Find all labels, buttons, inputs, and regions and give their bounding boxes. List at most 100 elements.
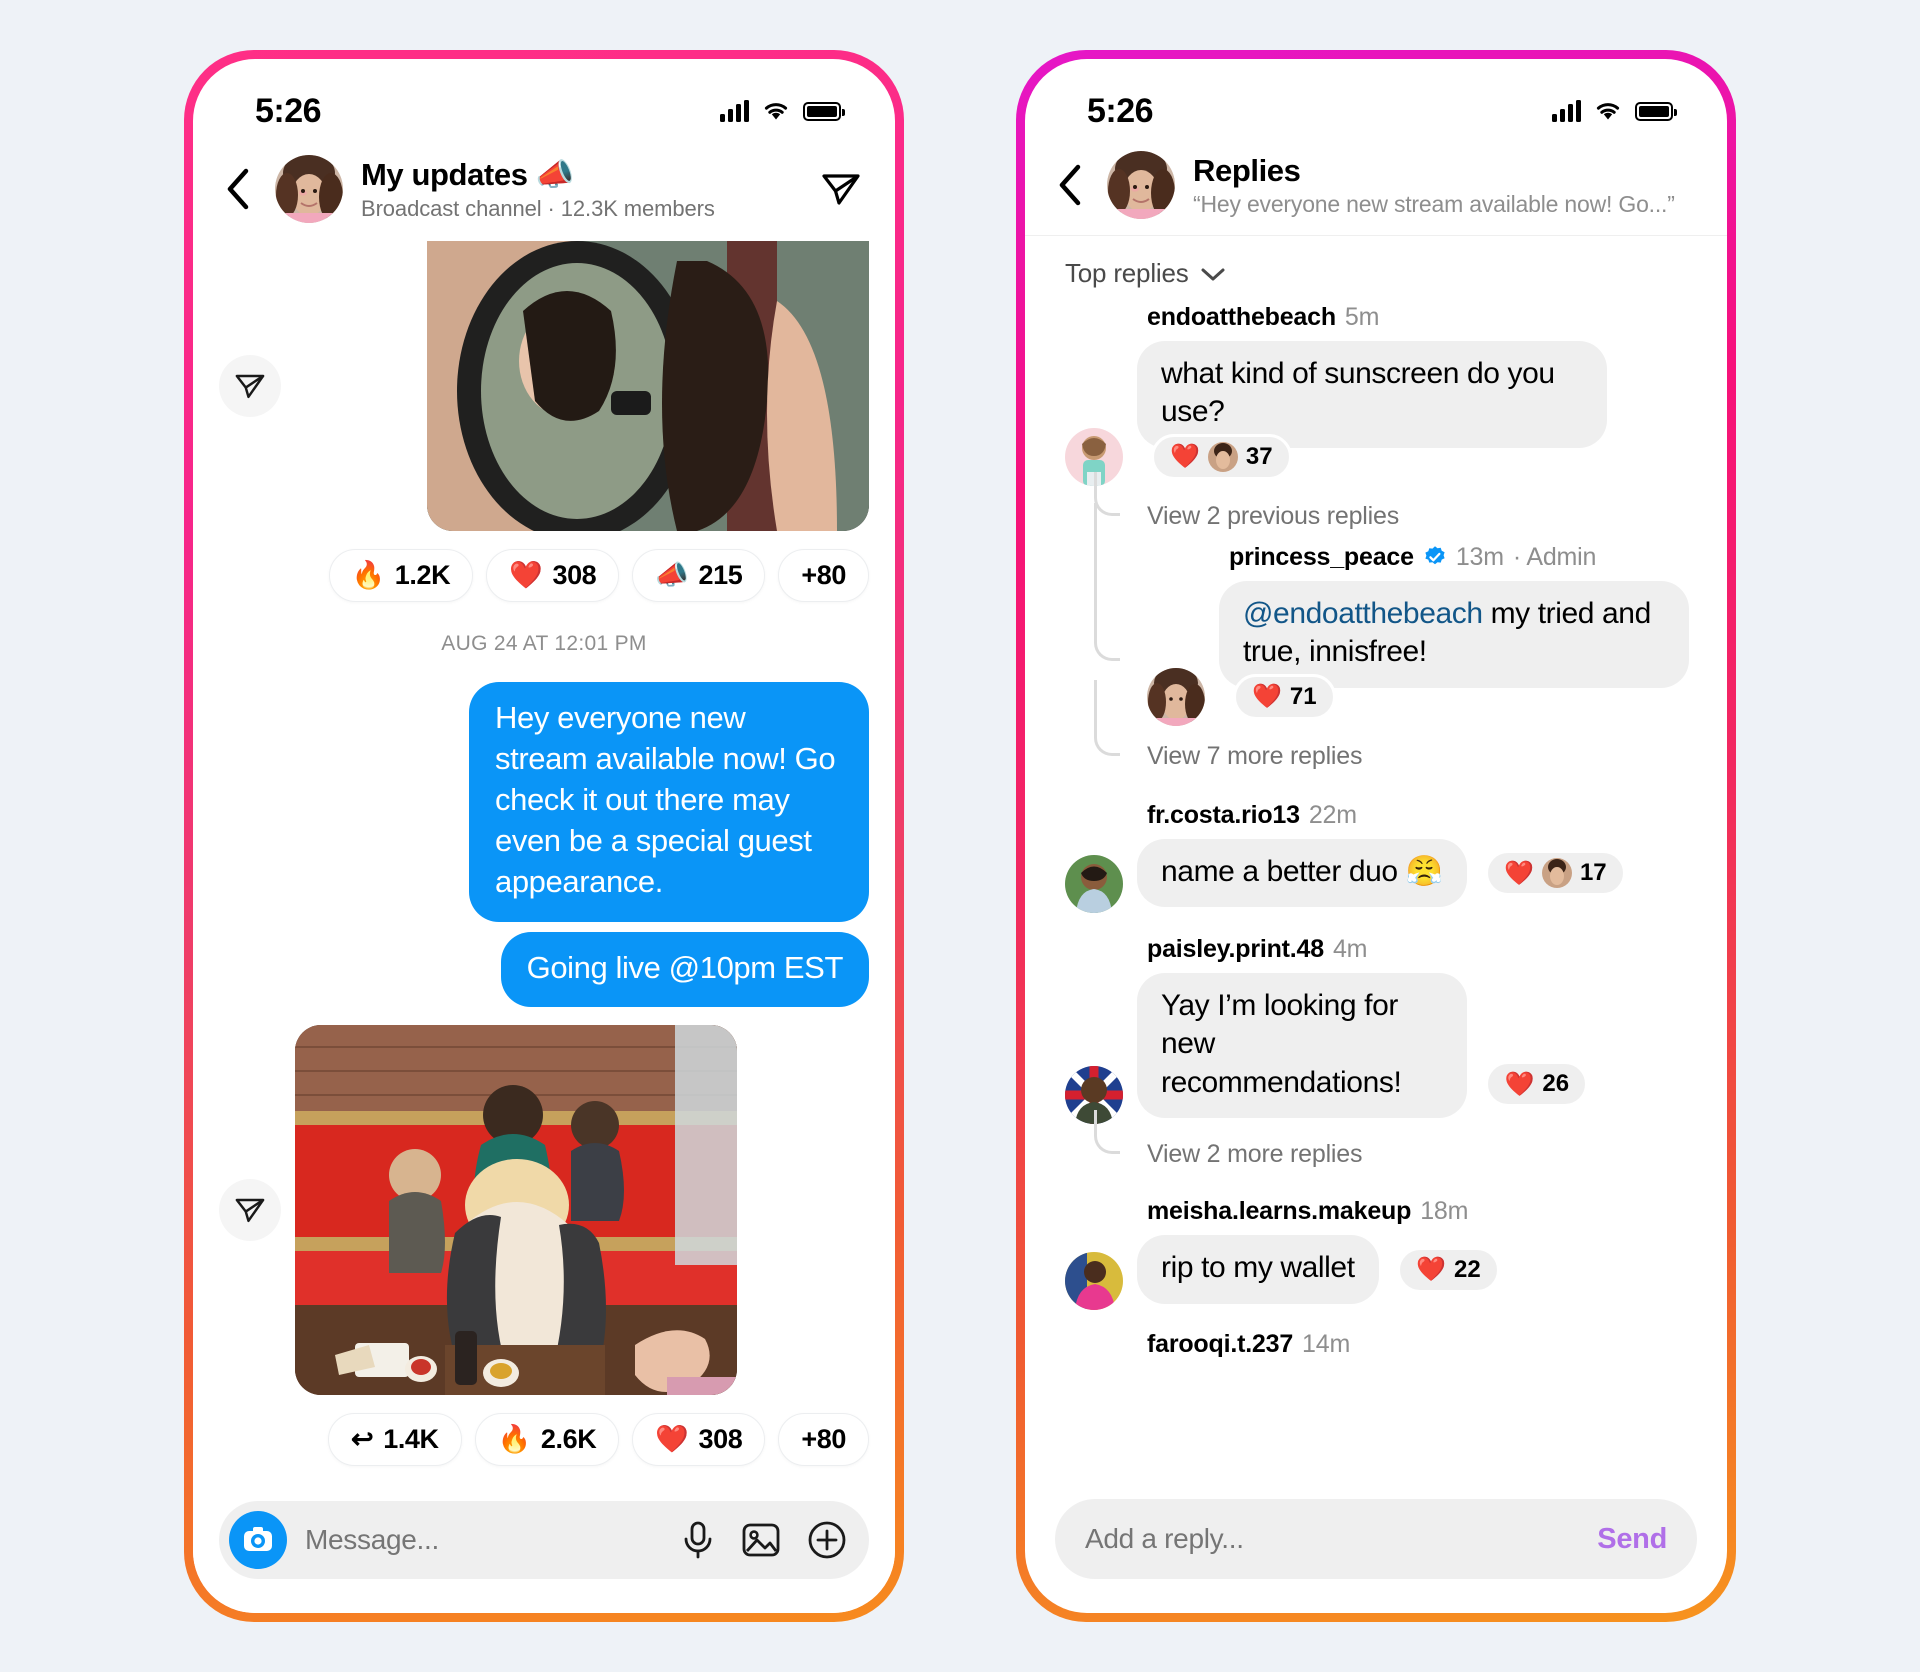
reply-username[interactable]: meisha.learns.makeup (1147, 1197, 1411, 1226)
left-phone-frame: 5:26 My updates 📣 Broadcast channel · 12… (184, 50, 904, 1622)
avatar[interactable] (1147, 667, 1205, 726)
heart-icon: ❤️ (1416, 1256, 1446, 1284)
reply-text[interactable]: rip to my wallet (1137, 1235, 1379, 1304)
status-time: 5:26 (255, 91, 322, 130)
reply-username[interactable]: endoatthebeach (1147, 303, 1336, 332)
more-reactions-pill[interactable]: +80 (778, 1413, 869, 1467)
liker-avatar (1541, 858, 1572, 889)
reply-timestamp: 14m (1302, 1329, 1351, 1358)
media-message-1 (193, 241, 895, 531)
reaction-count: 2.6K (540, 1424, 597, 1455)
photo-attachment[interactable] (295, 1025, 737, 1396)
reply-row: Yay I’m looking for new recommendations!… (1065, 972, 1695, 1125)
like-chip[interactable]: ❤️ 17 (1485, 850, 1626, 897)
reply-username[interactable]: farooqi.t.237 (1147, 1330, 1293, 1359)
reaction-count: 1.4K (383, 1424, 439, 1455)
replies-subtitle: “Hey everyone new stream available now! … (1193, 190, 1675, 217)
back-chevron-icon[interactable] (219, 168, 257, 210)
battery-full-icon (803, 101, 845, 121)
reaction-count: +80 (801, 1424, 846, 1455)
status-indicators (1552, 100, 1677, 122)
photo-friends-diner (295, 1025, 737, 1396)
sort-selector[interactable]: Top replies (1025, 236, 1727, 303)
reply-username[interactable]: princess_peace (1229, 543, 1414, 572)
reply-composer-bar[interactable]: Add a reply... Send (1055, 1499, 1697, 1579)
status-indicators (720, 100, 845, 122)
send-button[interactable]: Send (1597, 1523, 1667, 1556)
avatar[interactable] (1065, 1251, 1123, 1310)
status-bar-right: 5:26 (1025, 59, 1727, 145)
camera-icon[interactable] (229, 1511, 287, 1569)
message-input[interactable]: Message... (305, 1524, 663, 1556)
reply-header: paisley.print.48 4m (1147, 935, 1695, 964)
reply-timestamp: 4m (1332, 934, 1368, 963)
mention-link[interactable]: @endoatthebeach (1243, 597, 1483, 630)
like-chip[interactable]: ❤️ 22 (1397, 1246, 1500, 1293)
view-more-replies-link[interactable]: View 7 more replies (1147, 726, 1695, 783)
status-time: 5:26 (1087, 91, 1154, 130)
message-bubble[interactable]: Going live @10pm EST (500, 931, 869, 1008)
forward-paper-plane-icon[interactable] (219, 355, 281, 417)
channel-titles: My updates 📣 Broadcast channel · 12.3K m… (361, 156, 799, 222)
forward-paper-plane-icon[interactable] (219, 1179, 281, 1242)
fire-icon: 🔥 (351, 560, 386, 590)
status-bar-left: 5:26 (193, 59, 895, 145)
reply-input[interactable]: Add a reply... (1085, 1523, 1583, 1555)
day-separator: AUG 24 AT 12:01 PM (441, 632, 647, 655)
reaction-pill[interactable]: ❤️ 308 (486, 549, 620, 602)
plus-circle-icon[interactable] (807, 1520, 847, 1560)
message-bubble[interactable]: Hey everyone new stream available now! G… (469, 682, 869, 922)
like-chip[interactable]: ❤️ 26 (1485, 1061, 1589, 1108)
chevron-down-icon (1201, 268, 1225, 280)
avatar[interactable] (1107, 151, 1175, 219)
reply-row: name a better duo 😤 ❤️ 17 (1065, 838, 1695, 913)
reaction-pill[interactable]: 🔥 2.6K (474, 1413, 620, 1467)
thread-connector (1094, 471, 1120, 516)
screenshot-stage: 5:26 My updates 📣 Broadcast channel · 12… (0, 0, 1920, 1672)
thread-connector (1094, 502, 1097, 623)
reply-count-pill[interactable]: ↩ 1.4K (327, 1413, 462, 1467)
reaction-count: 1.2K (394, 560, 451, 590)
avatar[interactable] (1065, 854, 1123, 913)
admin-badge: · Admin (1512, 542, 1597, 571)
heart-icon: ❤️ (1504, 1070, 1535, 1098)
microphone-icon[interactable] (681, 1520, 715, 1560)
like-chip[interactable]: ❤️ 37 (1151, 433, 1292, 480)
composer-bar[interactable]: Message... (219, 1501, 869, 1579)
message-list[interactable]: 🔥 1.2K ❤️ 308 📣 215 +80 AUG 24 AT 12:01 … (193, 241, 895, 1485)
like-count: 22 (1454, 1255, 1481, 1283)
reply-header: endoatthebeach 5m (1147, 303, 1695, 332)
verified-badge-icon (1425, 546, 1445, 565)
view-previous-replies-link[interactable]: View 2 previous replies (1147, 486, 1695, 543)
reply-body: @endoatthebeach my tried and true, innis… (1219, 580, 1695, 726)
share-paper-plane-icon[interactable] (817, 165, 865, 213)
view-more-replies-link[interactable]: View 2 more replies (1147, 1124, 1695, 1181)
more-reactions-pill[interactable]: +80 (778, 549, 869, 602)
reply-timestamp: 22m (1308, 800, 1357, 829)
heart-icon: ❤️ (509, 560, 543, 590)
page-title: Replies (1193, 152, 1301, 188)
reaction-pill[interactable]: 📣 215 (632, 549, 766, 602)
replies-list[interactable]: endoatthebeach 5m what kind of sunscreen… (1025, 303, 1727, 1485)
reply-username[interactable]: paisley.print.48 (1147, 935, 1324, 964)
photo-attachment[interactable] (427, 241, 869, 531)
reply-body: rip to my wallet ❤️ 22 (1137, 1235, 1500, 1309)
back-chevron-icon[interactable] (1051, 164, 1089, 206)
reply-text[interactable]: what kind of sunscreen do you use? (1137, 341, 1607, 448)
reply-text[interactable]: @endoatthebeach my tried and true, innis… (1219, 580, 1689, 688)
cellular-bars-icon (720, 100, 749, 122)
broadcast-channel-screen: 5:26 My updates 📣 Broadcast channel · 12… (193, 59, 895, 1613)
reply-arrow-icon: ↩ (350, 1424, 374, 1455)
avatar[interactable] (275, 155, 343, 223)
photo-gallery-icon[interactable] (741, 1521, 781, 1559)
thread-connector (1094, 1110, 1120, 1155)
reaction-pill[interactable]: 🔥 1.2K (328, 549, 474, 602)
reaction-pill[interactable]: ❤️ 308 (632, 1413, 766, 1467)
reply-username[interactable]: fr.costa.rio13 (1147, 801, 1300, 830)
reply-text[interactable]: name a better duo 😤 (1137, 838, 1467, 907)
like-chip[interactable]: ❤️ 71 (1233, 673, 1336, 720)
channel-header: My updates 📣 Broadcast channel · 12.3K m… (193, 145, 895, 241)
list-item: paisley.print.48 4m Yay I’m looking for … (1065, 935, 1695, 1181)
reply-text[interactable]: Yay I’m looking for new recommendations! (1137, 972, 1467, 1119)
composer-actions (681, 1520, 847, 1560)
